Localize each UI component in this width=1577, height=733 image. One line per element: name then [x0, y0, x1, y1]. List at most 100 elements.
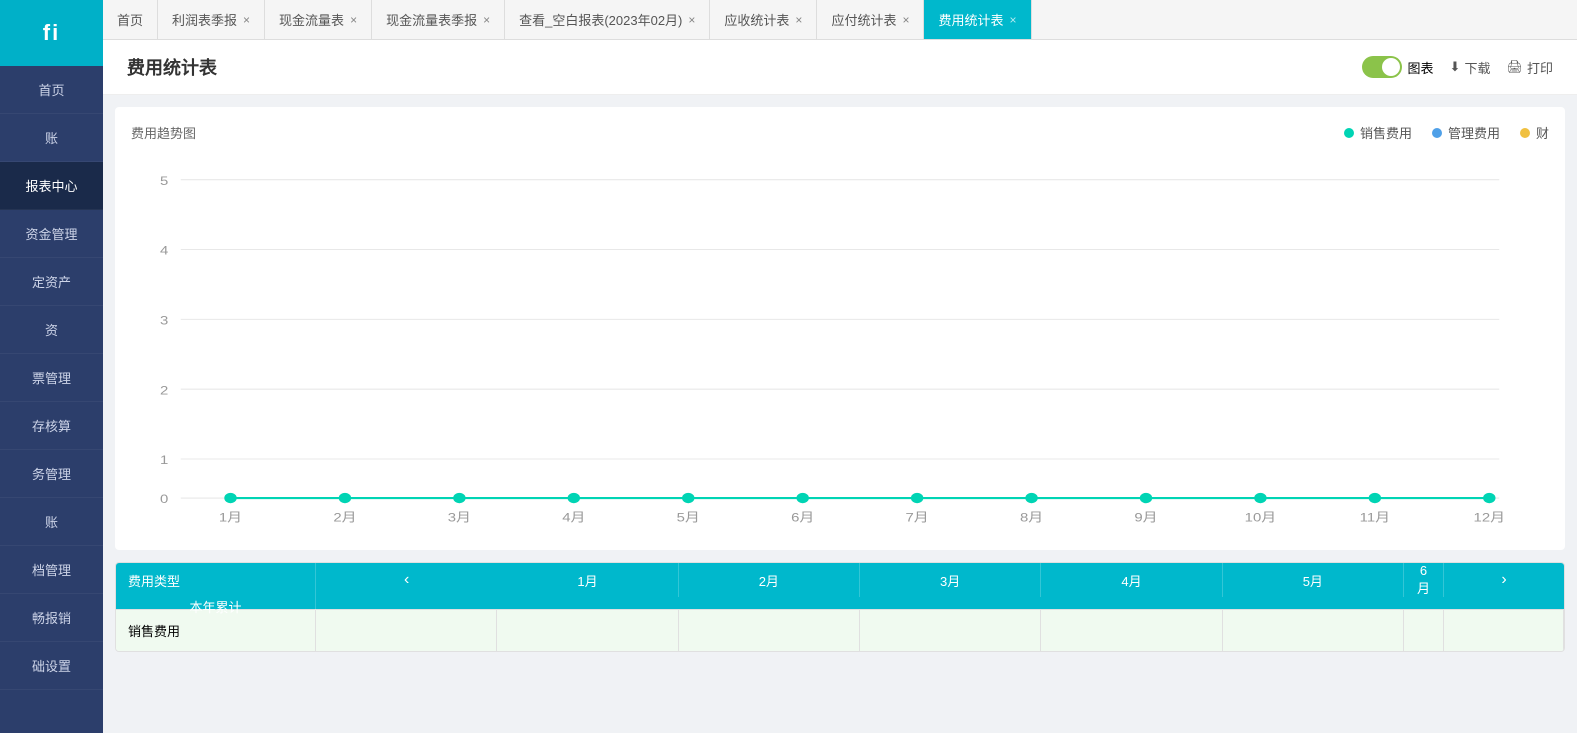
svg-text:3: 3 — [160, 314, 168, 328]
tab-close-payable[interactable]: × — [902, 13, 909, 27]
th-prev-button[interactable]: ‹ — [316, 571, 497, 589]
chart-section: 费用趋势图 销售费用 管理费用 财 — [115, 107, 1565, 550]
header-actions: 图表 ⬇ 下载 🖨 打印 — [1362, 56, 1553, 78]
svg-text:5: 5 — [160, 174, 169, 188]
sidebar-item-inventory[interactable]: 存核算 — [0, 402, 103, 450]
td-m5 — [1223, 610, 1404, 651]
th-m6: 6月 — [1404, 563, 1444, 597]
tab-bar: 首页 利润表季报 × 现金流量表 × 现金流量表季报 × 查看_空白报表(202… — [103, 0, 1577, 40]
svg-text:3月: 3月 — [448, 511, 471, 525]
svg-text:7月: 7月 — [906, 511, 929, 525]
svg-text:2月: 2月 — [333, 511, 356, 525]
legend-label-finance: 财 — [1536, 123, 1549, 142]
td-m4 — [1041, 610, 1222, 651]
legend-mgmt: 管理费用 — [1432, 123, 1500, 142]
chart-point — [1483, 493, 1495, 503]
td-m1-empty — [316, 610, 497, 651]
tab-close-cash-flow[interactable]: × — [350, 13, 357, 27]
tab-close-blank-report[interactable]: × — [688, 13, 695, 27]
tab-blank-report[interactable]: 查看_空白报表(2023年02月) × — [505, 0, 710, 40]
tab-close-receivable[interactable]: × — [795, 13, 802, 27]
tab-payable[interactable]: 应付统计表 × — [817, 0, 924, 40]
chart-header: 费用趋势图 销售费用 管理费用 财 — [131, 123, 1549, 142]
tab-expense-stats[interactable]: 费用统计表 × — [924, 0, 1031, 40]
chart-container: 5 4 3 2 1 0 1月 2月 3月 — [131, 154, 1549, 534]
sidebar-item-sales-return[interactable]: 畅报销 — [0, 594, 103, 642]
td-m3 — [860, 610, 1041, 651]
tab-cash-flow[interactable]: 现金流量表 × — [265, 0, 372, 40]
legend-label-sales: 销售费用 — [1360, 123, 1412, 142]
legend-finance: 财 — [1520, 123, 1549, 142]
content-area: 费用统计表 图表 ⬇ 下载 🖨 打印 费用趋势图 — [103, 40, 1577, 733]
page-title: 费用统计表 — [127, 54, 217, 80]
chart-point — [1025, 493, 1037, 503]
main-area: 首页 利润表季报 × 现金流量表 × 现金流量表季报 × 查看_空白报表(202… — [103, 0, 1577, 733]
legend-label-mgmt: 管理费用 — [1448, 123, 1500, 142]
legend-dot-mgmt — [1432, 128, 1442, 138]
chart-point — [682, 493, 694, 503]
chart-legend: 销售费用 管理费用 财 — [1344, 123, 1549, 142]
svg-text:6月: 6月 — [791, 511, 814, 525]
page-header: 费用统计表 图表 ⬇ 下载 🖨 打印 — [103, 40, 1577, 95]
svg-text:12月: 12月 — [1474, 511, 1506, 525]
print-button[interactable]: 🖨 打印 — [1506, 58, 1553, 77]
svg-text:1: 1 — [160, 453, 168, 467]
sidebar-item-report-center[interactable]: 报表中心 — [0, 162, 103, 210]
th-m5: 5月 — [1223, 563, 1404, 597]
download-button[interactable]: ⬇ 下载 — [1450, 58, 1491, 77]
th-m2: 2月 — [679, 563, 860, 597]
sidebar-item-ledger[interactable]: 账 — [0, 498, 103, 546]
th-next-button[interactable]: › — [1444, 571, 1564, 589]
th-type: 费用类型 — [116, 563, 316, 597]
th-m3: 3月 — [860, 563, 1041, 597]
th-m4: 4月 — [1041, 563, 1222, 597]
tab-profit-season[interactable]: 利润表季报 × — [158, 0, 265, 40]
chart-toggle[interactable] — [1362, 56, 1402, 78]
sidebar-item-fixed-assets[interactable]: 定资产 — [0, 258, 103, 306]
tab-cash-flow-season[interactable]: 现金流量表季报 × — [372, 0, 505, 40]
svg-text:10月: 10月 — [1245, 511, 1277, 525]
sidebar-item-base-settings[interactable]: 础设置 — [0, 642, 103, 690]
chart-point — [1254, 493, 1266, 503]
sidebar-item-ticket-mgmt[interactable]: 票管理 — [0, 354, 103, 402]
td-m2 — [679, 610, 860, 651]
download-icon: ⬇ — [1450, 59, 1461, 75]
sidebar-item-archive-mgmt[interactable]: 档管理 — [0, 546, 103, 594]
tab-close-cash-flow-season[interactable]: × — [483, 13, 490, 27]
svg-text:9月: 9月 — [1134, 511, 1157, 525]
svg-text:5月: 5月 — [677, 511, 700, 525]
sidebar-item-home[interactable]: 首页 — [0, 66, 103, 114]
svg-text:11月: 11月 — [1360, 511, 1390, 525]
chart-point — [224, 493, 236, 503]
tab-receivable[interactable]: 应收统计表 × — [710, 0, 817, 40]
print-icon: 🖨 — [1506, 59, 1523, 75]
expense-table: 费用类型 ‹ 1月 2月 3月 4月 5月 6月 › 本年累计 销售费用 — [115, 562, 1565, 652]
chart-title: 费用趋势图 — [131, 123, 196, 142]
td-type: 销售费用 — [116, 610, 316, 651]
tab-close-profit-season[interactable]: × — [243, 13, 250, 27]
chart-point — [1369, 493, 1381, 503]
svg-text:4月: 4月 — [562, 511, 585, 525]
legend-dot-finance — [1520, 128, 1530, 138]
chart-point — [339, 493, 351, 503]
chart-toggle-label: 图表 — [1408, 58, 1434, 77]
table-header: 费用类型 ‹ 1月 2月 3月 4月 5月 6月 › 本年累计 — [116, 563, 1564, 609]
sidebar-item-investment[interactable]: 资 — [0, 306, 103, 354]
sidebar: fi 首页 账 报表中心 资金管理 定资产 资 票管理 存核算 务管理 账 档管… — [0, 0, 103, 733]
th-m1: 1月 — [497, 563, 678, 597]
sidebar-item-service-mgmt[interactable]: 务管理 — [0, 450, 103, 498]
sidebar-item-fund-mgmt[interactable]: 资金管理 — [0, 210, 103, 258]
tab-close-expense-stats[interactable]: × — [1009, 13, 1016, 27]
td-ytd — [1444, 610, 1564, 651]
chart-point — [1140, 493, 1152, 503]
tab-home[interactable]: 首页 — [103, 0, 158, 40]
table-row: 销售费用 — [116, 609, 1564, 651]
svg-text:2: 2 — [160, 384, 168, 398]
svg-text:0: 0 — [160, 492, 169, 506]
svg-text:1月: 1月 — [219, 511, 242, 525]
legend-dot-sales — [1344, 128, 1354, 138]
svg-text:4: 4 — [160, 244, 169, 258]
app-logo: fi — [0, 0, 103, 66]
sidebar-item-account[interactable]: 账 — [0, 114, 103, 162]
chart-point — [796, 493, 808, 503]
